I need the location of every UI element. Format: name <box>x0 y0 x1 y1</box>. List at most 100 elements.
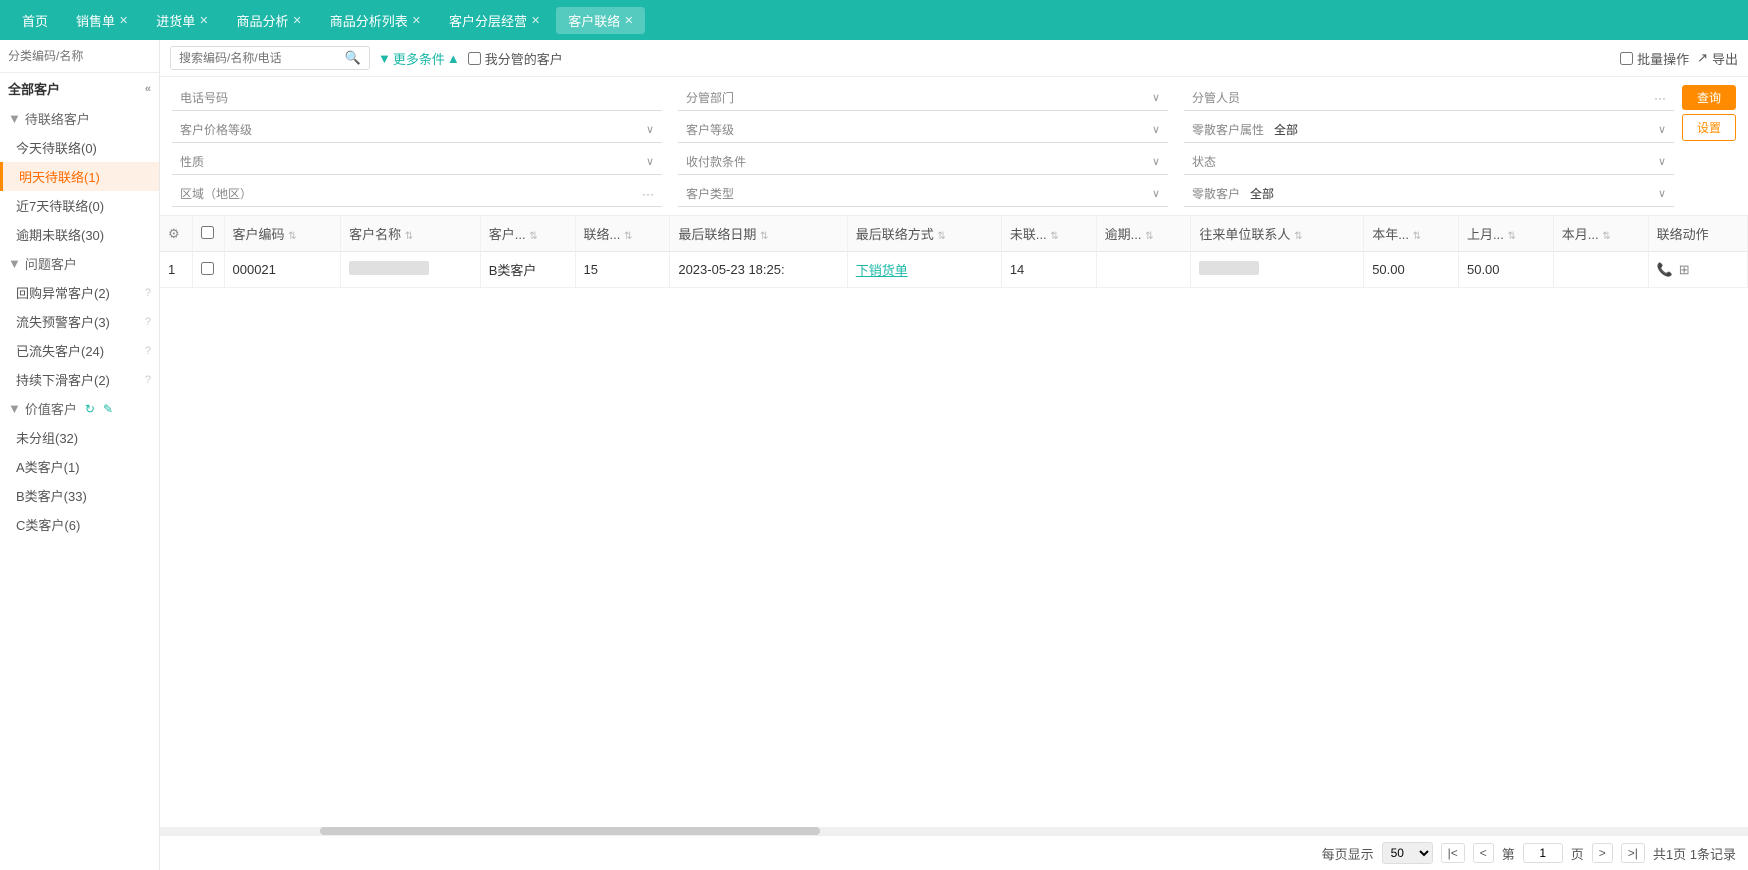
filter-price-level-chevron: ∨ <box>646 123 654 136</box>
filter-manager[interactable]: 分管人员 ··· <box>1184 85 1674 111</box>
th-thismonth[interactable]: 本月... ⇅ <box>1553 216 1648 252</box>
filter-retail-attr[interactable]: 零散客户属性 全部 ∨ <box>1184 117 1674 143</box>
filter-search-input[interactable] <box>179 51 341 65</box>
my-customer-input[interactable] <box>468 52 481 65</box>
sidebar-section-pending[interactable]: ▼ 待联络客户 <box>0 104 159 133</box>
nav-purchase[interactable]: 进货单 ✕ <box>144 7 220 34</box>
sidebar-item-classC[interactable]: C类客户(6) <box>0 510 159 539</box>
horizontal-scrollbar[interactable] <box>160 827 1748 835</box>
action-phone-icon[interactable]: 📞 <box>1657 262 1673 278</box>
filter-phone[interactable]: 电话号码 <box>172 85 662 111</box>
filter-status[interactable]: 状态 ∨ <box>1184 149 1674 175</box>
td-unlink: 14 <box>1001 252 1096 288</box>
sort-year-icon: ⇅ <box>1413 231 1421 242</box>
th-contact-count-label: 联络... <box>584 227 621 242</box>
my-customer-label: 我分管的客户 <box>485 49 563 68</box>
per-page-select[interactable]: 50 100 200 <box>1382 842 1433 864</box>
prev-page-btn[interactable]: < <box>1473 843 1494 863</box>
filter-manager-label: 分管人员 <box>1192 89 1240 106</box>
sidebar-section-value-edit[interactable]: ✎ <box>103 402 113 416</box>
sidebar-item-7days[interactable]: 近7天待联络(0) <box>0 191 159 220</box>
batch-op-checkbox[interactable] <box>1620 52 1633 65</box>
sidebar-item-overdue-label: 逾期未联络(30) <box>16 225 104 244</box>
sort-person-icon: ⇅ <box>1294 231 1302 242</box>
th-customer-type[interactable]: 客户... ⇅ <box>480 216 575 252</box>
nav-sales[interactable]: 销售单 ✕ <box>64 7 140 34</box>
first-page-btn[interactable]: |< <box>1441 843 1465 863</box>
action-grid-icon[interactable]: ⊞ <box>1679 262 1690 278</box>
page-input[interactable] <box>1523 843 1563 863</box>
th-overdue[interactable]: 逾期... ⇅ <box>1096 216 1191 252</box>
nav-product-list[interactable]: 商品分析列表 ✕ <box>318 7 433 34</box>
nav-product-analysis-close[interactable]: ✕ <box>293 14 302 27</box>
th-unlinkdays[interactable]: 未联... ⇅ <box>1001 216 1096 252</box>
th-gear[interactable]: ⚙ <box>160 216 192 252</box>
sidebar-item-declining[interactable]: 持续下滑客户(2) ? <box>0 365 159 394</box>
nav-product-list-close[interactable]: ✕ <box>412 14 421 27</box>
sidebar-item-abnormal[interactable]: 回购异常客户(2) ? <box>0 278 159 307</box>
filter-payment[interactable]: 收付款条件 ∨ <box>678 149 1168 175</box>
filter-cust-type[interactable]: 客户类型 ∨ <box>678 181 1168 207</box>
sidebar-item-today[interactable]: 今天待联络(0) <box>0 133 159 162</box>
sidebar-item-lost[interactable]: 已流失客户(24) ? <box>0 336 159 365</box>
sidebar-item-overdue[interactable]: 逾期未联络(30) <box>0 220 159 249</box>
sidebar-item-warning[interactable]: 流失预警客户(3) ? <box>0 307 159 336</box>
more-conditions-btn[interactable]: ▼ 更多条件 ▲ <box>378 49 460 68</box>
sidebar-item-classA[interactable]: A类客户(1) <box>0 452 159 481</box>
filter-nature[interactable]: 性质 ∨ <box>172 149 662 175</box>
th-customer-name[interactable]: 客户名称 ⇅ <box>341 216 481 252</box>
sidebar-item-tomorrow-label: 明天待联络(1) <box>19 167 100 186</box>
sidebar-search-input[interactable] <box>8 49 160 63</box>
th-last-date[interactable]: 最后联络日期 ⇅ <box>670 216 847 252</box>
query-button[interactable]: 查询 <box>1682 85 1736 110</box>
th-customer-code[interactable]: 客户编码 ⇅ <box>224 216 341 252</box>
filter-row-2: 客户价格等级 ∨ 客户等级 ∨ 零散客户属性 全部 ∨ <box>172 117 1674 143</box>
th-contact-person[interactable]: 往来单位联系人 ⇅ <box>1191 216 1364 252</box>
more-conditions-chevron: ▲ <box>447 51 460 66</box>
filter-retail-cust[interactable]: 零散客户 全部 ∨ <box>1184 181 1674 207</box>
scrollbar-thumb[interactable] <box>320 827 820 835</box>
nav-customer-contact[interactable]: 客户联络 ✕ <box>556 7 645 34</box>
export-btn[interactable]: ↗ 导出 <box>1697 49 1738 68</box>
filter-region[interactable]: 区域（地区） ··· <box>172 181 662 207</box>
th-last-method[interactable]: 最后联络方式 ⇅ <box>847 216 1001 252</box>
th-customer-type-label: 客户... <box>489 227 526 242</box>
nav-customer-tier-close[interactable]: ✕ <box>531 14 540 27</box>
th-contact-count[interactable]: 联络... ⇅ <box>575 216 670 252</box>
th-lastmonth[interactable]: 上月... ⇅ <box>1458 216 1553 252</box>
filter-retail-attr-label: 零散客户属性 <box>1192 121 1264 138</box>
filter-customer-level[interactable]: 客户等级 ∨ <box>678 117 1168 143</box>
sidebar-all-customers[interactable]: 全部客户 « <box>0 73 159 104</box>
td-last-method: 下销货单 <box>847 252 1001 288</box>
nav-purchase-close[interactable]: ✕ <box>199 14 208 27</box>
nav-product-analysis[interactable]: 商品分析 ✕ <box>224 7 313 34</box>
th-year[interactable]: 本年... ⇅ <box>1364 216 1459 252</box>
filter-search-icon[interactable]: 🔍 <box>345 50 361 66</box>
nav-customer-contact-close[interactable]: ✕ <box>624 14 633 27</box>
sidebar-section-value-refresh[interactable]: ↻ <box>85 402 95 416</box>
my-customer-checkbox[interactable]: 我分管的客户 <box>468 49 563 68</box>
nav-home[interactable]: 首页 <box>10 7 60 34</box>
nav-sales-close[interactable]: ✕ <box>119 14 128 27</box>
sort-overdue-icon: ⇅ <box>1145 231 1153 242</box>
filter-dept[interactable]: 分管部门 ∨ <box>678 85 1168 111</box>
sidebar-item-ungrouped[interactable]: 未分组(32) <box>0 423 159 452</box>
last-page-btn[interactable]: >| <box>1621 843 1645 863</box>
sidebar-item-classB[interactable]: B类客户(33) <box>0 481 159 510</box>
select-all-checkbox[interactable] <box>201 226 214 239</box>
filter-price-level[interactable]: 客户价格等级 ∨ <box>172 117 662 143</box>
th-unlinkdays-label: 未联... <box>1010 227 1047 242</box>
last-method-link[interactable]: 下销货单 <box>856 263 908 278</box>
gear-icon: ⚙ <box>168 226 180 241</box>
row-checkbox[interactable] <box>201 262 214 275</box>
reset-button[interactable]: 设置 <box>1682 114 1736 141</box>
sort-code-icon: ⇅ <box>288 231 296 242</box>
sidebar-section-value[interactable]: ▼ 价值客户 ↻ ✎ <box>0 394 159 423</box>
next-page-btn[interactable]: > <box>1592 843 1613 863</box>
nav-customer-tier[interactable]: 客户分层经营 ✕ <box>437 7 552 34</box>
sidebar-section-problem[interactable]: ▼ 问题客户 <box>0 249 159 278</box>
batch-op-label: 批量操作 <box>1637 49 1689 68</box>
sidebar-item-tomorrow[interactable]: 明天待联络(1) <box>0 162 159 191</box>
filter-region-label: 区域（地区） <box>180 185 252 202</box>
batch-op-btn[interactable]: 批量操作 <box>1620 49 1689 68</box>
